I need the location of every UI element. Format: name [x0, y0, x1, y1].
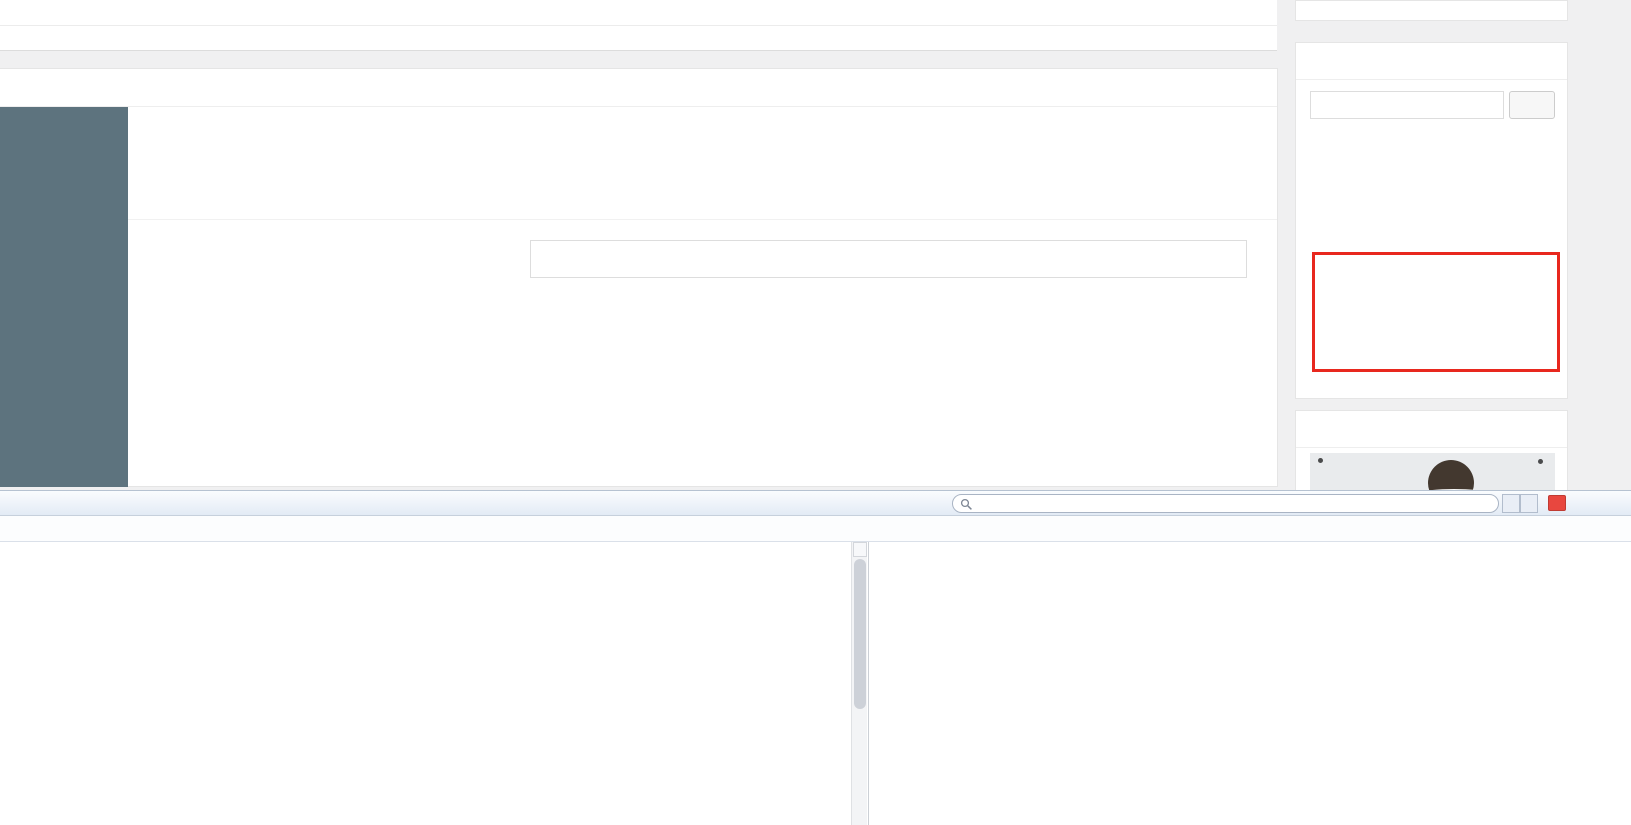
firebug-toolbar — [0, 490, 1631, 516]
image-detail-dot — [1538, 459, 1543, 464]
add-tag-button[interactable] — [1509, 91, 1555, 119]
partial-tab-fragment — [0, 496, 8, 511]
css-rules-panel — [868, 542, 1631, 825]
choose-sidebar-row — [128, 107, 1277, 220]
featured-image-metabox — [1295, 410, 1568, 491]
html-tree — [0, 542, 851, 825]
sidebar-select[interactable] — [530, 240, 1247, 278]
scroll-up-button[interactable] — [853, 542, 867, 557]
breadcrumb-bar — [0, 516, 1631, 542]
scrollbar-thumb[interactable] — [854, 559, 866, 709]
person-head — [1428, 460, 1474, 491]
tags-header[interactable] — [1296, 43, 1567, 80]
options-header — [0, 69, 1277, 107]
firebug-panel — [0, 490, 1631, 825]
firebug-search-box — [952, 494, 1499, 513]
firebug-close-button[interactable] — [1548, 495, 1566, 511]
tree-scrollbar[interactable] — [851, 542, 867, 825]
editor-area — [0, 0, 1277, 51]
settings-rows — [128, 107, 1277, 302]
tag-cloud-highlight-box — [1312, 252, 1560, 372]
featured-image-header[interactable] — [1296, 411, 1567, 448]
image-detail-dot — [1318, 458, 1323, 463]
select-right-sidebar-row — [128, 220, 1277, 302]
collapsed-metabox-partial — [1295, 0, 1568, 21]
divider — [0, 25, 1277, 26]
theme-options-metabox — [0, 68, 1278, 487]
tags-metabox — [1295, 42, 1568, 399]
choose-sidebar-label — [155, 124, 161, 139]
search-next-button[interactable] — [1520, 494, 1538, 513]
settings-tab-list — [0, 107, 128, 487]
new-tag-input[interactable] — [1310, 91, 1504, 119]
search-input[interactable] — [977, 496, 1487, 511]
featured-image-thumbnail[interactable] — [1310, 453, 1555, 491]
search-prev-button[interactable] — [1502, 494, 1520, 513]
search-icon — [960, 498, 972, 510]
